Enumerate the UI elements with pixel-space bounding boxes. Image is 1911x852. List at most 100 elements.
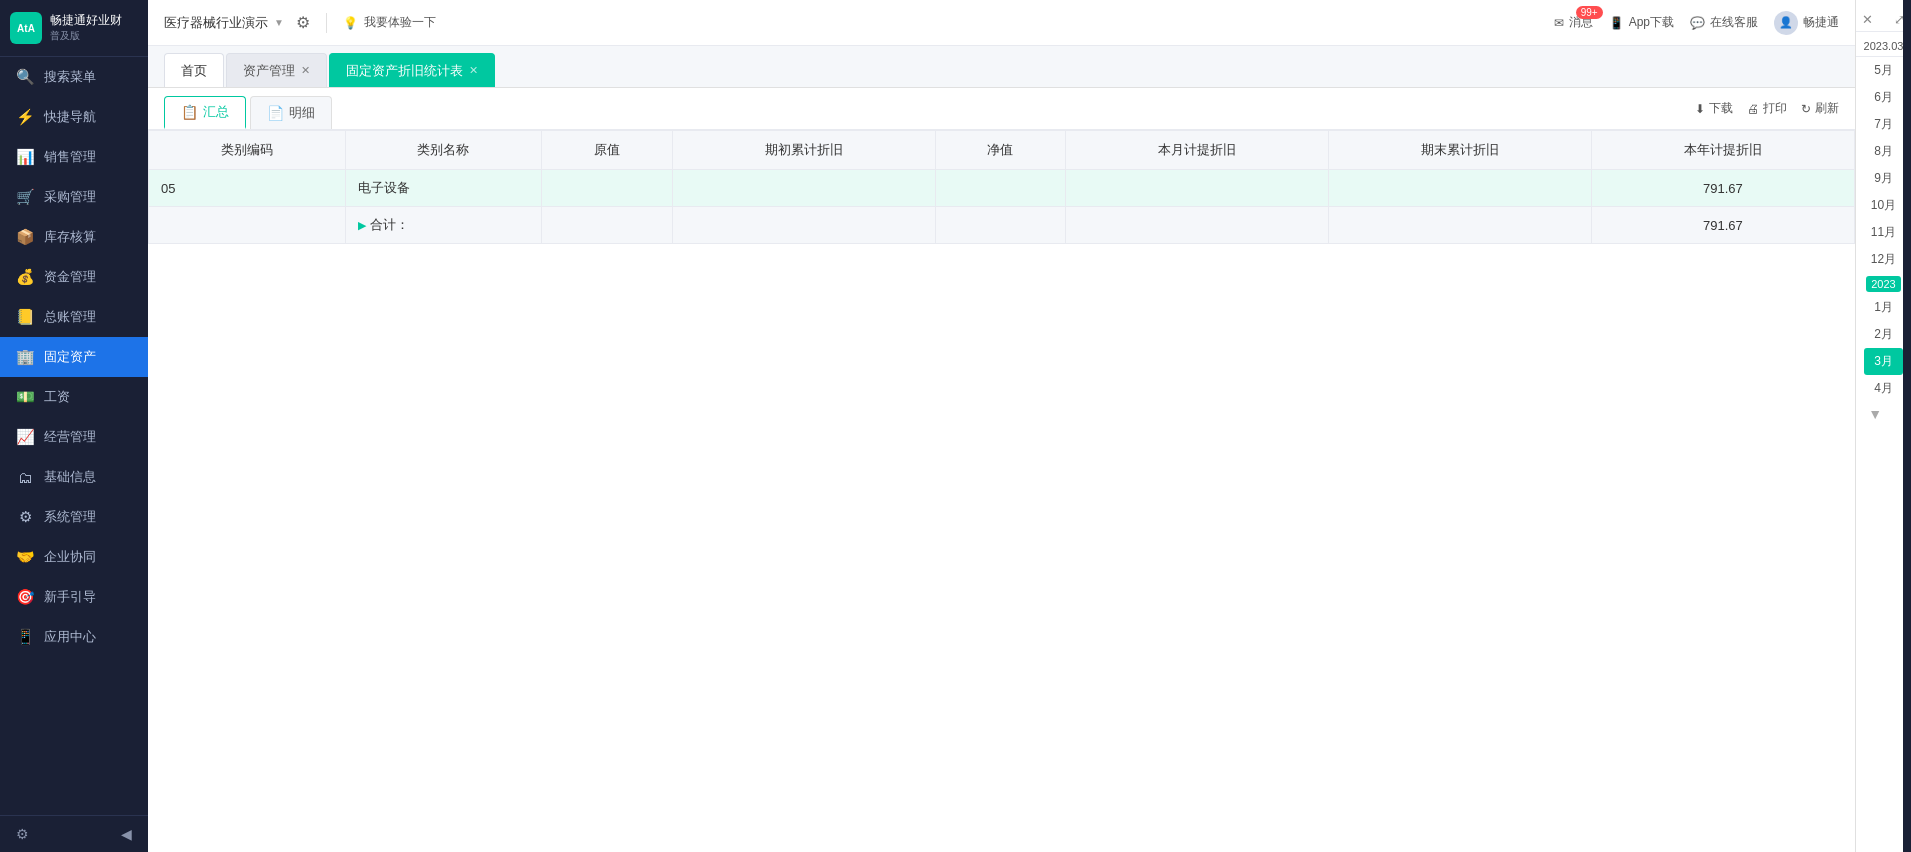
sidebar-icon-search: 🔍 [16,68,34,86]
sidebar-item-salary[interactable]: 💵工资 [0,377,148,417]
print-button[interactable]: 🖨 打印 [1747,100,1787,117]
sidebar-icon-funds: 💰 [16,268,34,286]
month-item[interactable]: 2月 [1864,321,1902,348]
col-本年计提折旧: 本年计提折旧 [1591,131,1854,170]
sidebar-label-sales: 销售管理 [44,148,96,166]
cell-1: 电子设备 [345,170,542,207]
month-item[interactable]: 7月 [1864,111,1902,138]
sidebar-item-purchase[interactable]: 🛒采购管理 [0,177,148,217]
main-content: 医疗器械行业演示 ▼ ⚙ 💡 我要体验一下 ✉ 消息 99+ 📱 App下载 💬… [148,0,1855,852]
cell-4 [935,170,1065,207]
sidebar-item-ledger[interactable]: 📒总账管理 [0,297,148,337]
sidebar-icon-quicknav: ⚡ [16,108,34,126]
cell-7: 791.67 [1591,170,1854,207]
sidebar-item-basicinfo[interactable]: 🗂 基础信息 [0,457,148,497]
sidebar-label-basicinfo: 基础信息 [44,468,96,486]
sidebar-header: AtA 畅捷通好业财 普及版 [0,0,148,57]
month-item[interactable]: 5月 [1864,57,1902,84]
app-download-button[interactable]: 📱 App下载 [1609,14,1674,31]
tab-home[interactable]: 首页 [164,53,224,87]
sidebar-app-name: 畅捷通好业财 [50,13,122,29]
tab-label-depreciation: 固定资产折旧统计表 [346,62,463,80]
panel-close-icon[interactable]: ✕ [1862,12,1873,27]
tab-label-home: 首页 [181,62,207,80]
total-cell-6 [1328,207,1591,244]
month-item[interactable]: 3月 [1864,348,1902,375]
sidebar-icon-fixedassets: 🏢 [16,348,34,366]
depreciation-table: 类别编码类别名称原值期初累计折旧净值本月计提折旧期末累计折旧本年计提折旧 05电… [148,130,1855,244]
tab-close-depreciation[interactable]: ✕ [469,64,478,77]
sidebar-label-quicknav: 快捷导航 [44,108,96,126]
sidebar-label-guide: 新手引导 [44,588,96,606]
service-icon: 💬 [1690,16,1705,30]
sidebar-item-operations[interactable]: 📈经营管理 [0,417,148,457]
month-item[interactable]: 12月 [1864,246,1902,273]
total-cell-1: ▶合计： [345,207,542,244]
sidebar-item-sales[interactable]: 📊销售管理 [0,137,148,177]
month-item[interactable]: 10月 [1864,192,1902,219]
col-期末累计折旧: 期末累计折旧 [1328,131,1591,170]
subtab-bar: 📋汇总📄明细 ⬇ 下载 🖨 打印 ↻ 刷新 [148,88,1855,130]
sidebar-item-collab[interactable]: 🤝企业协同 [0,537,148,577]
sidebar-icon-basicinfo: 🗂 [16,469,34,486]
tab-assets[interactable]: 资产管理✕ [226,53,327,87]
month-item[interactable]: 11月 [1864,219,1902,246]
sidebar: AtA 畅捷通好业财 普及版 🔍搜索菜单 ⚡ 快捷导航 📊销售管理🛒采购管理📦库存核算… [0,0,148,852]
topbar: 医疗器械行业演示 ▼ ⚙ 💡 我要体验一下 ✉ 消息 99+ 📱 App下载 💬… [148,0,1855,46]
month-item[interactable]: 9月 [1864,165,1902,192]
user-menu[interactable]: 👤 畅捷通 [1774,11,1839,35]
total-icon: ▶ [358,219,366,231]
refresh-button[interactable]: ↻ 刷新 [1801,100,1839,117]
sidebar-item-search[interactable]: 🔍搜索菜单 [0,57,148,97]
page-content: 📋汇总📄明细 ⬇ 下载 🖨 打印 ↻ 刷新 类别编码类 [148,88,1855,852]
company-selector[interactable]: 医疗器械行业演示 ▼ [164,14,284,32]
cell-3 [672,170,935,207]
subtab-summary[interactable]: 📋汇总 [164,96,246,129]
sidebar-icon-guide: 🎯 [16,588,34,606]
user-name: 畅捷通 [1803,14,1839,31]
month-item[interactable]: 4月 [1864,375,1902,402]
scroll-down-icon[interactable]: ▼ [1864,402,1902,426]
sidebar-item-fixedassets[interactable]: 🏢固定资产 [0,337,148,377]
month-item[interactable]: 6月 [1864,84,1902,111]
col-类别名称: 类别名称 [345,131,542,170]
subtab-left: 📋汇总📄明细 [164,96,332,129]
company-settings-icon[interactable]: ⚙ [296,13,310,32]
month-list: 5月6月7月8月9月10月11月12月20231月2月3月4月▼ [1864,57,1902,426]
col-类别编码: 类别编码 [149,131,346,170]
sidebar-item-sysmanage[interactable]: ⚙系统管理 [0,497,148,537]
subtab-right: ⬇ 下载 🖨 打印 ↻ 刷新 [1695,100,1839,125]
sidebar-label-inventory: 库存核算 [44,228,96,246]
month-item[interactable]: 8月 [1864,138,1902,165]
total-cell-2 [542,207,672,244]
settings-icon[interactable]: ⚙ [16,826,29,842]
sidebar-item-inventory[interactable]: 📦库存核算 [0,217,148,257]
month-item[interactable]: 1月 [1864,294,1902,321]
cell-6 [1328,170,1591,207]
download-button[interactable]: ⬇ 下载 [1695,100,1733,117]
sidebar-icon-operations: 📈 [16,428,34,446]
trial-label: 我要体验一下 [364,14,436,31]
total-cell-5 [1065,207,1328,244]
avatar: 👤 [1774,11,1798,35]
subtab-detail[interactable]: 📄明细 [250,96,332,129]
print-label: 打印 [1763,100,1787,117]
service-button[interactable]: 💬 在线客服 [1690,14,1758,31]
sidebar-item-funds[interactable]: 💰资金管理 [0,257,148,297]
sidebar-footer: ⚙ ◀ [0,815,148,852]
sidebar-item-guide[interactable]: 🎯 新手引导 [0,577,148,617]
trial-button[interactable]: 💡 我要体验一下 [343,14,436,31]
tab-depreciation[interactable]: 固定资产折旧统计表 ✕ [329,53,495,87]
topbar-right: ✉ 消息 99+ 📱 App下载 💬 在线客服 👤 畅捷通 [1554,11,1839,35]
col-期初累计折旧: 期初累计折旧 [672,131,935,170]
tab-close-assets[interactable]: ✕ [301,64,310,77]
message-button[interactable]: ✉ 消息 99+ [1554,14,1593,31]
sidebar-label-collab: 企业协同 [44,548,96,566]
app-label: App下载 [1629,14,1674,31]
refresh-label: 刷新 [1815,100,1839,117]
sidebar-item-quicknav[interactable]: ⚡ 快捷导航 [0,97,148,137]
download-icon: ⬇ [1695,102,1705,116]
sidebar-item-apps[interactable]: 📱应用中心 [0,617,148,657]
subtab-label-summary: 汇总 [203,103,229,121]
collapse-icon[interactable]: ◀ [121,826,132,842]
